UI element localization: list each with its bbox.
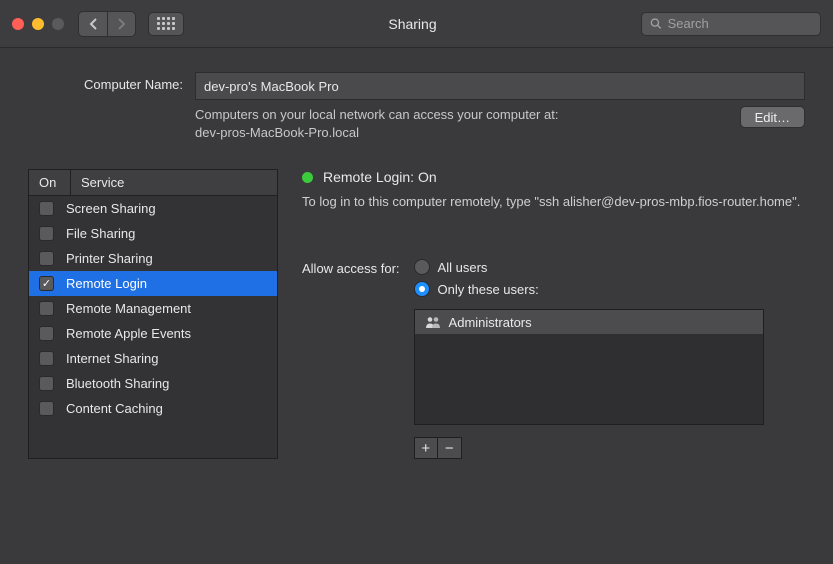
service-row[interactable]: File Sharing bbox=[29, 221, 277, 246]
forward-button bbox=[107, 12, 135, 36]
computer-name-label: Computer Name: bbox=[28, 72, 183, 92]
service-row[interactable]: Internet Sharing bbox=[29, 346, 277, 371]
service-row[interactable]: Remote Login bbox=[29, 271, 277, 296]
service-row[interactable]: Bluetooth Sharing bbox=[29, 371, 277, 396]
service-label: Remote Login bbox=[66, 276, 147, 291]
service-checkbox[interactable] bbox=[39, 326, 54, 341]
service-checkbox[interactable] bbox=[39, 376, 54, 391]
users-icon bbox=[425, 316, 441, 328]
computer-name-section: Computer Name: Computers on your local n… bbox=[0, 48, 833, 157]
window-title: Sharing bbox=[192, 16, 633, 32]
status-indicator-icon bbox=[302, 172, 313, 183]
radio-only-these-users[interactable]: Only these users: bbox=[414, 281, 764, 297]
show-all-button[interactable] bbox=[148, 12, 184, 36]
user-list[interactable]: Administrators bbox=[414, 309, 764, 425]
add-user-button[interactable]: + bbox=[415, 438, 438, 458]
minimize-window-button[interactable] bbox=[32, 18, 44, 30]
service-checkbox[interactable] bbox=[39, 351, 54, 366]
remove-user-button[interactable]: − bbox=[437, 438, 461, 458]
service-checkbox[interactable] bbox=[39, 201, 54, 216]
search-icon bbox=[650, 17, 662, 30]
service-detail: Remote Login: On To log in to this compu… bbox=[302, 169, 805, 459]
titlebar: Sharing bbox=[0, 0, 833, 48]
allow-access-label: Allow access for: bbox=[302, 259, 400, 276]
service-label: File Sharing bbox=[66, 226, 135, 241]
header-on: On bbox=[29, 170, 71, 195]
service-checkbox[interactable] bbox=[39, 251, 54, 266]
computer-name-description: Computers on your local network can acce… bbox=[195, 106, 728, 141]
radio-icon bbox=[414, 281, 430, 297]
service-checkbox[interactable] bbox=[39, 276, 54, 291]
service-checkbox[interactable] bbox=[39, 401, 54, 416]
service-label: Internet Sharing bbox=[66, 351, 159, 366]
login-hint: To log in to this computer remotely, typ… bbox=[302, 193, 805, 211]
service-checkbox[interactable] bbox=[39, 301, 54, 316]
service-list: On Service Screen Sharing File Sharing Pri… bbox=[28, 169, 278, 459]
search-input[interactable] bbox=[668, 16, 812, 31]
service-label: Content Caching bbox=[66, 401, 163, 416]
service-label: Screen Sharing bbox=[66, 201, 156, 216]
service-label: Remote Apple Events bbox=[66, 326, 191, 341]
service-label: Remote Management bbox=[66, 301, 191, 316]
grid-icon bbox=[157, 17, 175, 30]
add-remove-buttons: + − bbox=[414, 437, 462, 459]
search-field[interactable] bbox=[641, 12, 821, 36]
service-row[interactable]: Printer Sharing bbox=[29, 246, 277, 271]
radio-all-label: All users bbox=[438, 260, 488, 275]
user-label: Administrators bbox=[449, 315, 532, 330]
service-list-header: On Service bbox=[29, 170, 277, 196]
user-row[interactable]: Administrators bbox=[415, 310, 763, 334]
status-label: Remote Login: On bbox=[323, 169, 437, 185]
edit-hostname-button[interactable]: Edit… bbox=[740, 106, 805, 128]
radio-all-users[interactable]: All users bbox=[414, 259, 764, 275]
service-label: Bluetooth Sharing bbox=[66, 376, 169, 391]
service-label: Printer Sharing bbox=[66, 251, 153, 266]
traffic-lights bbox=[12, 18, 64, 30]
service-row[interactable]: Screen Sharing bbox=[29, 196, 277, 221]
service-row[interactable]: Remote Apple Events bbox=[29, 321, 277, 346]
computer-name-input[interactable] bbox=[195, 72, 805, 100]
back-button[interactable] bbox=[79, 12, 107, 36]
nav-buttons bbox=[78, 11, 136, 37]
radio-only-label: Only these users: bbox=[438, 282, 539, 297]
close-window-button[interactable] bbox=[12, 18, 24, 30]
service-row[interactable]: Remote Management bbox=[29, 296, 277, 321]
service-checkbox[interactable] bbox=[39, 226, 54, 241]
radio-icon bbox=[414, 259, 430, 275]
service-row[interactable]: Content Caching bbox=[29, 396, 277, 421]
zoom-window-button bbox=[52, 18, 64, 30]
header-service: Service bbox=[71, 175, 124, 190]
